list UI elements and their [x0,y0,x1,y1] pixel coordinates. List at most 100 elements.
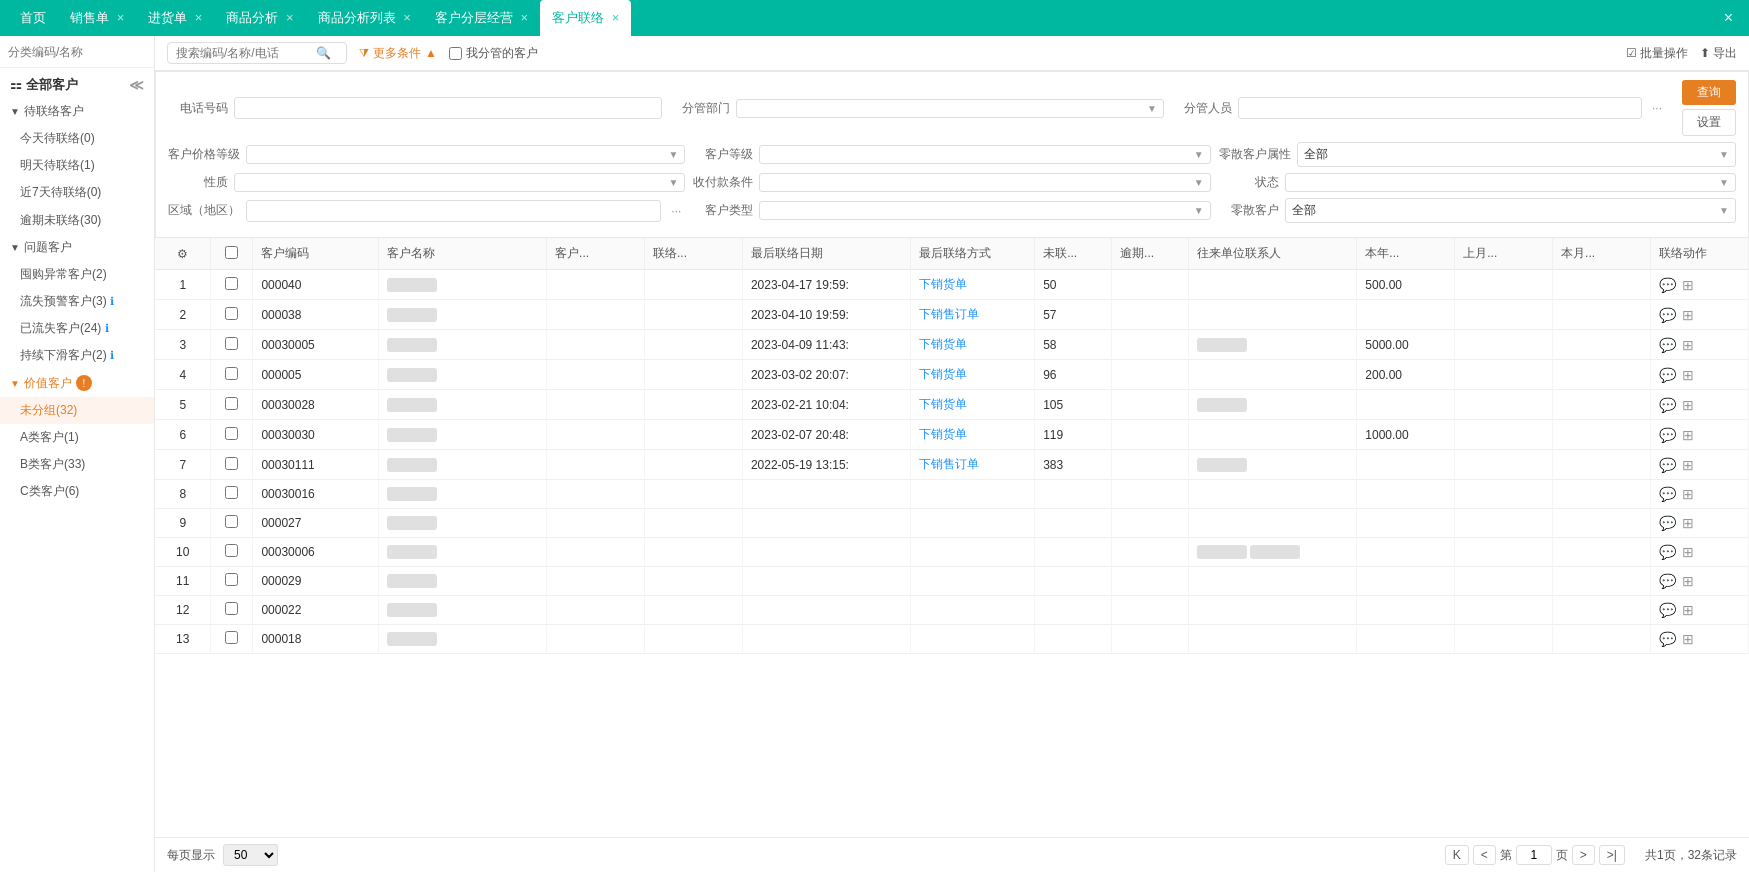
grid-icon[interactable]: ⊞ [1682,515,1694,531]
sidebar-class-b[interactable]: B类客户(33) [0,451,154,478]
row-check[interactable] [211,480,253,509]
query-btn[interactable]: 查询 [1682,80,1736,105]
last-method-link[interactable]: 下销货单 [919,367,967,381]
chat-icon[interactable]: 💬 [1659,515,1676,531]
next-page-btn[interactable]: > [1572,845,1595,865]
row-check[interactable] [211,450,253,480]
select-all-checkbox[interactable] [225,246,238,259]
close-all-btn[interactable]: × [1716,9,1741,27]
close-segment-tab[interactable]: × [521,10,529,25]
problem-customers-group[interactable]: ▼ 问题客户 [0,234,154,261]
nav-home[interactable]: 首页 [8,0,58,36]
grid-icon[interactable]: ⊞ [1682,307,1694,323]
chat-icon[interactable]: 💬 [1659,602,1676,618]
grid-icon[interactable]: ⊞ [1682,367,1694,383]
last-method-link[interactable]: 下销货单 [919,427,967,441]
sidebar-declining[interactable]: 持续下滑客户(2) ℹ [0,342,154,369]
all-customers-header[interactable]: ⚏ 全部客户 ≪ [0,68,154,98]
row-check[interactable] [211,509,253,538]
grid-icon[interactable]: ⊞ [1682,631,1694,647]
grid-icon[interactable]: ⊞ [1682,397,1694,413]
nav-product-list[interactable]: 商品分析列表 × [306,0,423,36]
chat-icon[interactable]: 💬 [1659,277,1676,293]
nav-purchase[interactable]: 进货单 × [136,0,214,36]
row-check[interactable] [211,538,253,567]
row-check[interactable] [211,360,253,390]
row-check[interactable] [211,330,253,360]
sidebar-today-pending[interactable]: 今天待联络(0) [0,125,154,152]
row-checkbox[interactable] [225,631,238,644]
nav-sales[interactable]: 销售单 × [58,0,136,36]
main-search-input[interactable] [176,46,316,60]
row-checkbox[interactable] [225,367,238,380]
row-checkbox[interactable] [225,337,238,350]
chat-icon[interactable]: 💬 [1659,631,1676,647]
chat-icon[interactable]: 💬 [1659,486,1676,502]
grid-icon[interactable]: ⊞ [1682,457,1694,473]
grid-icon[interactable]: ⊞ [1682,337,1694,353]
sidebar-churn-warn[interactable]: 流失预警客户(3) ℹ [0,288,154,315]
last-method-link[interactable]: 下销售订单 [919,307,979,321]
row-checkbox[interactable] [225,602,238,615]
col-gear[interactable]: ⚙ [155,238,211,270]
row-checkbox[interactable] [225,486,238,499]
row-checkbox[interactable] [225,544,238,557]
row-checkbox[interactable] [225,427,238,440]
page-number-input[interactable] [1516,845,1552,865]
customer-type-select[interactable]: ▼ [759,201,1210,220]
region-more-icon[interactable]: ··· [667,204,685,218]
chat-icon[interactable]: 💬 [1659,397,1676,413]
sidebar-overdue-pending[interactable]: 逾期未联络(30) [0,207,154,234]
row-checkbox[interactable] [225,573,238,586]
chat-icon[interactable]: 💬 [1659,573,1676,589]
grid-icon[interactable]: ⊞ [1682,486,1694,502]
manager-more-icon[interactable]: ··· [1648,101,1666,115]
row-check[interactable] [211,625,253,654]
first-page-btn[interactable]: K [1445,845,1469,865]
my-customers-check[interactable] [449,47,462,60]
sidebar-abnormal[interactable]: 囤购异常客户(2) [0,261,154,288]
region-input[interactable] [246,200,661,222]
prev-page-btn[interactable]: < [1473,845,1496,865]
nature-select[interactable]: ▼ [234,173,685,192]
col-check[interactable] [211,238,253,270]
pending-contact-group[interactable]: ▼ 待联络客户 [0,98,154,125]
batch-ops-btn[interactable]: ☑ 批量操作 [1626,45,1688,62]
last-method-link[interactable]: 下销货单 [919,397,967,411]
close-sales-tab[interactable]: × [117,10,125,25]
sidebar-ungrouped[interactable]: 未分组(32) [0,397,154,424]
close-contact-tab[interactable]: × [612,10,620,25]
row-check[interactable] [211,420,253,450]
row-checkbox[interactable] [225,457,238,470]
value-customers-group[interactable]: ▼ 价值客户 ! [0,370,154,397]
last-page-btn[interactable]: >| [1599,845,1625,865]
payment-select[interactable]: ▼ [759,173,1210,192]
chat-icon[interactable]: 💬 [1659,337,1676,353]
last-method-link[interactable]: 下销货单 [919,277,967,291]
retail-customer-select[interactable]: 全部 ▼ [1285,198,1736,223]
close-product-tab[interactable]: × [286,10,294,25]
grid-icon[interactable]: ⊞ [1682,573,1694,589]
row-check[interactable] [211,567,253,596]
sidebar-churned[interactable]: 已流失客户(24) ℹ [0,315,154,342]
close-purchase-tab[interactable]: × [195,10,203,25]
dept-select[interactable]: ▼ [736,99,1164,118]
customer-level-select[interactable]: ▼ [759,145,1210,164]
row-check[interactable] [211,390,253,420]
status-select[interactable]: ▼ [1285,173,1736,192]
chat-icon[interactable]: 💬 [1659,367,1676,383]
sidebar-collapse-icon[interactable]: ≪ [129,77,144,93]
nav-customer-segment[interactable]: 客户分层经营 × [423,0,540,36]
row-checkbox[interactable] [225,515,238,528]
sidebar-week-pending[interactable]: 近7天待联络(0) [0,179,154,206]
grid-icon[interactable]: ⊞ [1682,427,1694,443]
row-checkbox[interactable] [225,397,238,410]
sidebar-tomorrow-pending[interactable]: 明天待联络(1) [0,152,154,179]
phone-input[interactable] [234,97,662,119]
row-check[interactable] [211,300,253,330]
last-method-link[interactable]: 下销货单 [919,337,967,351]
row-check[interactable] [211,596,253,625]
chat-icon[interactable]: 💬 [1659,307,1676,323]
sidebar-class-c[interactable]: C类客户(6) [0,478,154,505]
last-method-link[interactable]: 下销售订单 [919,457,979,471]
